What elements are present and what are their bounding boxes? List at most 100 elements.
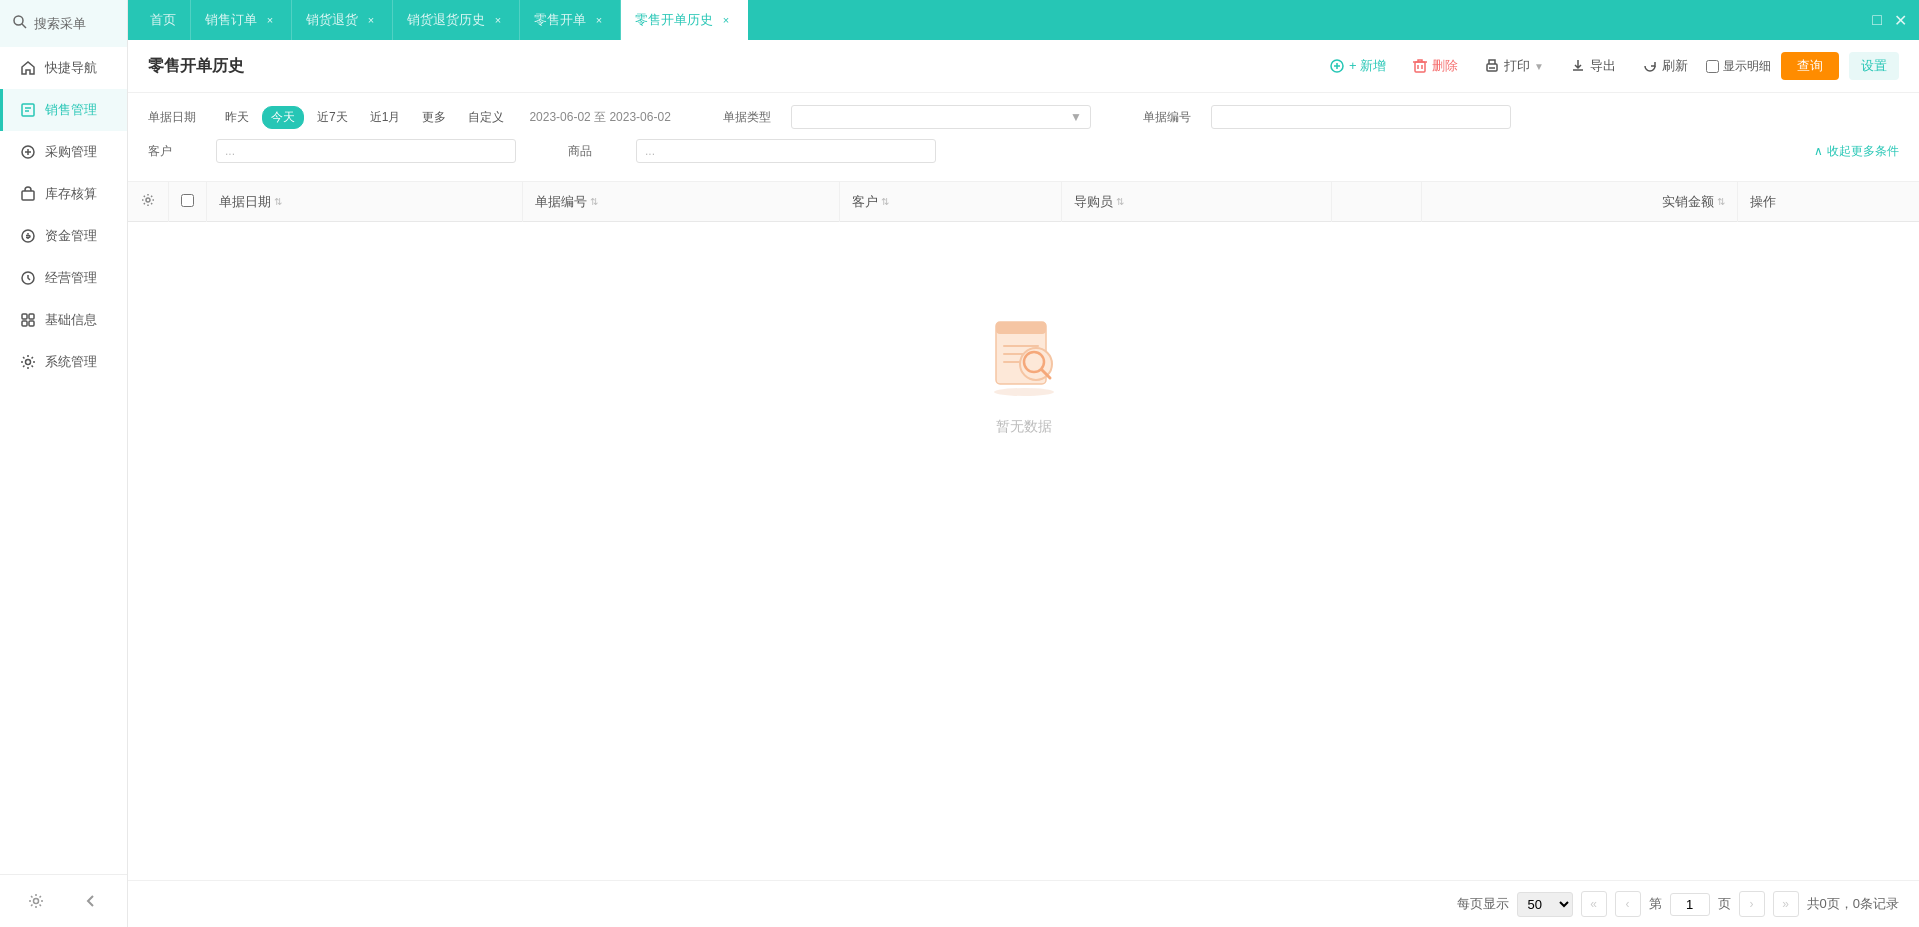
sidebar-bottom (0, 874, 127, 927)
date-range-display: 2023-06-02 至 2023-06-02 (529, 109, 670, 126)
search-btn[interactable]: 搜索采单 (0, 0, 127, 47)
sort-number[interactable]: 单据编号 ⇅ (535, 193, 598, 211)
sidebar-item-label: 销售管理 (45, 101, 97, 119)
tab-retail-open-close[interactable]: × (592, 13, 606, 27)
next-page-btn[interactable]: › (1739, 891, 1765, 917)
tab-retail-open[interactable]: 零售开单 × (520, 0, 621, 40)
tab-sales-order[interactable]: 销售订单 × (191, 0, 292, 40)
collapse-filter-btn[interactable]: ∧ 收起更多条件 (1814, 143, 1899, 160)
page-label: 第 (1649, 895, 1662, 913)
th-salesperson: 导购员 ⇅ (1062, 182, 1332, 222)
number-label: 单据编号 (1143, 109, 1199, 126)
tab-home[interactable]: 首页 (136, 0, 191, 40)
th-customer: 客户 ⇅ (839, 182, 1062, 222)
tab-bar: 首页 销售订单 × 销货退货 × 销货退货历史 × 零售开单 × 零售开单历史 … (128, 0, 1919, 40)
sidebar-item-inventory[interactable]: 库存核算 (0, 173, 127, 215)
tab-retail-open-label: 零售开单 (534, 11, 586, 29)
total-info: 共0页，0条记录 (1807, 895, 1899, 913)
tab-sales-order-close[interactable]: × (263, 13, 277, 27)
sidebar-item-operations[interactable]: 经营管理 (0, 257, 127, 299)
restore-window-btn[interactable]: □ (1868, 7, 1886, 33)
tab-sales-return-close[interactable]: × (364, 13, 378, 27)
product-input[interactable]: ... (636, 139, 936, 163)
add-button[interactable]: + 新增 (1321, 53, 1394, 79)
table-header-row: 单据日期 ⇅ 单据编号 ⇅ 客户 (128, 182, 1919, 222)
finance-icon (19, 227, 37, 245)
filter-area: 单据日期 昨天 今天 近7天 近1月 更多 自定义 2023-06-02 至 2… (128, 93, 1919, 182)
type-select[interactable]: ▼ (791, 105, 1091, 129)
collapse-label: 收起更多条件 (1827, 143, 1899, 160)
sidebar-item-finance[interactable]: 资金管理 (0, 215, 127, 257)
filter-row-2: 客户 ... 商品 ... ∧ 收起更多条件 (148, 139, 1899, 163)
select-all-checkbox[interactable] (181, 194, 194, 207)
prev-page-btn[interactable]: ‹ (1615, 891, 1641, 917)
page-content: 零售开单历史 + 新增 删除 (128, 40, 1919, 927)
sort-salesperson-icon: ⇅ (1116, 196, 1124, 207)
main-content: 首页 销售订单 × 销货退货 × 销货退货历史 × 零售开单 × 零售开单历史 … (128, 0, 1919, 927)
type-select-arrow: ▼ (1070, 110, 1082, 124)
first-page-btn[interactable]: « (1581, 891, 1607, 917)
th-amount: 实销金额 ⇅ (1421, 182, 1737, 222)
date-btn-yesterday[interactable]: 昨天 (216, 106, 258, 129)
date-btn-1month[interactable]: 近1月 (361, 106, 410, 129)
sidebar-item-label: 库存核算 (45, 185, 97, 203)
number-input[interactable] (1211, 105, 1511, 129)
sidebar-item-basic-info[interactable]: 基础信息 (0, 299, 127, 341)
page-size-select[interactable]: 20 50 100 (1517, 892, 1573, 917)
sort-number-icon: ⇅ (590, 196, 598, 207)
sort-salesperson[interactable]: 导购员 ⇅ (1074, 193, 1124, 211)
page-number-input[interactable] (1670, 893, 1710, 916)
close-window-btn[interactable]: ✕ (1890, 7, 1911, 34)
query-button[interactable]: 查询 (1781, 52, 1839, 80)
table-settings-icon (140, 192, 156, 208)
customer-input[interactable]: ... (216, 139, 516, 163)
sidebar-item-system[interactable]: 系统管理 (0, 341, 127, 383)
th-settings[interactable] (128, 182, 169, 222)
system-icon (19, 353, 37, 371)
last-page-btn[interactable]: » (1773, 891, 1799, 917)
sidebar-item-quick-nav[interactable]: 快捷导航 (0, 47, 127, 89)
refresh-button[interactable]: 刷新 (1634, 53, 1696, 79)
svg-rect-2 (22, 104, 34, 116)
customer-dots: ... (225, 144, 235, 158)
page-header: 零售开单历史 + 新增 删除 (128, 40, 1919, 93)
print-button[interactable]: 打印 ▼ (1476, 53, 1552, 79)
tab-retail-open-history[interactable]: 零售开单历史 × (621, 0, 748, 40)
th-empty-spacer (1331, 182, 1421, 222)
th-checkbox[interactable] (169, 182, 207, 222)
tab-sales-return-history-close[interactable]: × (491, 13, 505, 27)
date-btn-more[interactable]: 更多 (413, 106, 455, 129)
date-btn-today[interactable]: 今天 (262, 106, 304, 129)
empty-text: 暂无数据 (996, 418, 1052, 436)
table-wrap: 单据日期 ⇅ 单据编号 ⇅ 客户 (128, 182, 1919, 880)
date-btn-custom[interactable]: 自定义 (459, 106, 513, 129)
settings-button[interactable]: 设置 (1849, 52, 1899, 80)
tab-retail-open-history-close[interactable]: × (719, 13, 733, 27)
svg-point-0 (14, 16, 23, 25)
tab-sales-return[interactable]: 销货退货 × (292, 0, 393, 40)
svg-point-12 (26, 360, 31, 365)
sort-amount[interactable]: 实销金额 ⇅ (1662, 193, 1725, 211)
sidebar-item-purchase-mgmt[interactable]: 采购管理 (0, 131, 127, 173)
home-icon (19, 59, 37, 77)
tab-sales-return-history[interactable]: 销货退货历史 × (393, 0, 520, 40)
sidebar-item-label: 快捷导航 (45, 59, 97, 77)
th-date: 单据日期 ⇅ (207, 182, 523, 222)
sort-customer[interactable]: 客户 ⇅ (852, 193, 889, 211)
settings-bottom-btn[interactable] (22, 887, 50, 915)
tab-sales-order-label: 销售订单 (205, 11, 257, 29)
sidebar-nav: 快捷导航 销售管理 采购管理 (0, 47, 127, 874)
empty-state-row: 暂无数据 (128, 222, 1919, 517)
display-detail-checkbox[interactable]: 显示明细 (1706, 58, 1771, 75)
sort-date[interactable]: 单据日期 ⇅ (219, 193, 282, 211)
delete-button[interactable]: 删除 (1404, 53, 1466, 79)
export-button[interactable]: 导出 (1562, 53, 1624, 79)
search-icon (12, 14, 28, 33)
sidebar-item-sales-mgmt[interactable]: 销售管理 (0, 89, 127, 131)
display-detail-input[interactable] (1706, 60, 1719, 73)
date-btn-7days[interactable]: 近7天 (308, 106, 357, 129)
sort-customer-icon: ⇅ (881, 196, 889, 207)
collapse-sidebar-btn[interactable] (77, 887, 105, 915)
empty-state: 暂无数据 (128, 222, 1919, 516)
toolbar: + 新增 删除 打印 ▼ (1321, 52, 1899, 80)
